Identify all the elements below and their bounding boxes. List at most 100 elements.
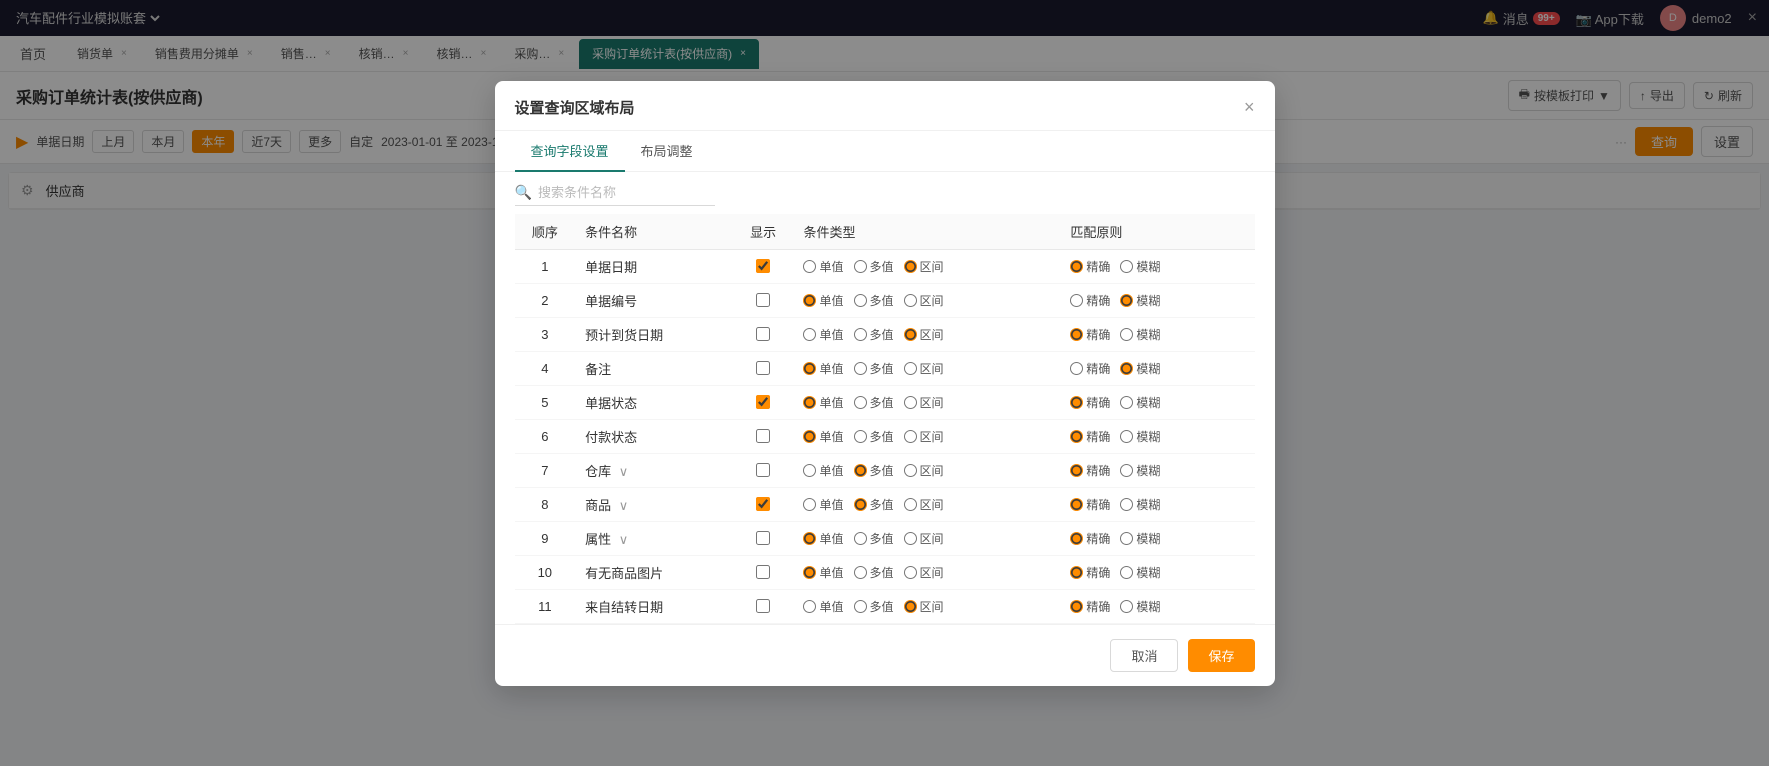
display-checkbox[interactable]	[756, 463, 770, 477]
type-radio-单值[interactable]: 单值	[803, 462, 843, 479]
row-condition-name: 单据日期	[575, 249, 733, 283]
type-radio-区间[interactable]: 区间	[904, 394, 944, 411]
match-radio-模糊[interactable]: 模糊	[1120, 326, 1160, 343]
type-radio-单值[interactable]: 单值	[803, 326, 843, 343]
row-order: 1	[515, 249, 576, 283]
type-radio-单值[interactable]: 单值	[803, 564, 843, 581]
type-radio-区间[interactable]: 区间	[904, 496, 944, 513]
display-checkbox[interactable]	[756, 361, 770, 375]
match-radio-精确[interactable]: 精确	[1070, 258, 1110, 275]
match-radio-模糊[interactable]: 模糊	[1120, 258, 1160, 275]
th-name: 条件名称	[575, 214, 733, 250]
row-display-check	[733, 317, 794, 351]
display-checkbox[interactable]	[756, 599, 770, 613]
type-radio-多值[interactable]: 多值	[854, 598, 894, 615]
chevron-down-icon[interactable]: ∨	[615, 464, 628, 479]
save-button[interactable]: 保存	[1188, 639, 1254, 672]
match-radio-模糊[interactable]: 模糊	[1120, 564, 1160, 581]
type-radio-单值[interactable]: 单值	[803, 496, 843, 513]
match-radio-模糊[interactable]: 模糊	[1120, 530, 1160, 547]
row-display-check	[733, 249, 794, 283]
match-radio-精确[interactable]: 精确	[1070, 598, 1110, 615]
row-order: 10	[515, 555, 576, 589]
match-radio-精确[interactable]: 精确	[1070, 360, 1110, 377]
chevron-down-icon[interactable]: ∨	[615, 532, 628, 547]
search-wrapper: 🔍	[515, 184, 715, 206]
display-checkbox[interactable]	[756, 395, 770, 409]
type-radio-区间[interactable]: 区间	[904, 530, 944, 547]
type-radio-区间[interactable]: 区间	[904, 564, 944, 581]
type-radio-区间[interactable]: 区间	[904, 428, 944, 445]
type-radio-多值[interactable]: 多值	[854, 360, 894, 377]
display-checkbox[interactable]	[756, 497, 770, 511]
row-type: 单值多值区间	[793, 555, 1060, 589]
type-radio-区间[interactable]: 区间	[904, 598, 944, 615]
type-radio-单值[interactable]: 单值	[803, 292, 843, 309]
row-display-check	[733, 453, 794, 487]
row-display-check	[733, 385, 794, 419]
type-radio-多值[interactable]: 多值	[854, 292, 894, 309]
row-type: 单值多值区间	[793, 317, 1060, 351]
match-radio-模糊[interactable]: 模糊	[1120, 428, 1160, 445]
type-radio-区间[interactable]: 区间	[904, 462, 944, 479]
match-radio-精确[interactable]: 精确	[1070, 462, 1110, 479]
match-radio-模糊[interactable]: 模糊	[1120, 496, 1160, 513]
dialog-close-button[interactable]: ×	[1244, 98, 1255, 116]
row-match: 精确模糊	[1060, 419, 1254, 453]
match-radio-精确[interactable]: 精确	[1070, 496, 1110, 513]
row-type: 单值多值区间	[793, 351, 1060, 385]
display-checkbox[interactable]	[756, 565, 770, 579]
type-radio-区间[interactable]: 区间	[904, 326, 944, 343]
type-radio-单值[interactable]: 单值	[803, 598, 843, 615]
type-radio-区间[interactable]: 区间	[904, 360, 944, 377]
match-radio-精确[interactable]: 精确	[1070, 292, 1110, 309]
match-radio-模糊[interactable]: 模糊	[1120, 462, 1160, 479]
type-radio-区间[interactable]: 区间	[904, 258, 944, 275]
display-checkbox[interactable]	[756, 327, 770, 341]
match-radio-模糊[interactable]: 模糊	[1120, 394, 1160, 411]
type-radio-多值[interactable]: 多值	[854, 462, 894, 479]
th-order: 顺序	[515, 214, 576, 250]
type-radio-多值[interactable]: 多值	[854, 428, 894, 445]
type-radio-单值[interactable]: 单值	[803, 428, 843, 445]
match-radio-精确[interactable]: 精确	[1070, 564, 1110, 581]
th-match: 匹配原则	[1060, 214, 1254, 250]
display-checkbox[interactable]	[756, 293, 770, 307]
type-radio-多值[interactable]: 多值	[854, 258, 894, 275]
chevron-down-icon[interactable]: ∨	[615, 498, 628, 513]
match-radio-模糊[interactable]: 模糊	[1120, 360, 1160, 377]
row-match: 精确模糊	[1060, 385, 1254, 419]
display-checkbox[interactable]	[756, 531, 770, 545]
type-radio-多值[interactable]: 多值	[854, 326, 894, 343]
search-input[interactable]	[538, 185, 698, 200]
match-radio-精确[interactable]: 精确	[1070, 326, 1110, 343]
type-radio-单值[interactable]: 单值	[803, 530, 843, 547]
row-type: 单值多值区间	[793, 453, 1060, 487]
type-radio-区间[interactable]: 区间	[904, 292, 944, 309]
match-radio-精确[interactable]: 精确	[1070, 530, 1110, 547]
tab-field-settings[interactable]: 查询字段设置	[515, 131, 625, 172]
tab-layout-adjust[interactable]: 布局调整	[625, 131, 709, 172]
match-radio-模糊[interactable]: 模糊	[1120, 598, 1160, 615]
row-type: 单值多值区间	[793, 521, 1060, 555]
match-radio-精确[interactable]: 精确	[1070, 394, 1110, 411]
match-radio-模糊[interactable]: 模糊	[1120, 292, 1160, 309]
type-radio-多值[interactable]: 多值	[854, 564, 894, 581]
row-condition-name: 单据编号	[575, 283, 733, 317]
type-radio-多值[interactable]: 多值	[854, 394, 894, 411]
row-order: 3	[515, 317, 576, 351]
type-radio-单值[interactable]: 单值	[803, 394, 843, 411]
display-checkbox[interactable]	[756, 259, 770, 273]
type-radio-多值[interactable]: 多值	[854, 496, 894, 513]
cancel-button[interactable]: 取消	[1110, 639, 1178, 672]
th-show: 显示	[733, 214, 794, 250]
type-radio-单值[interactable]: 单值	[803, 258, 843, 275]
display-checkbox[interactable]	[756, 429, 770, 443]
type-radio-多值[interactable]: 多值	[854, 530, 894, 547]
settings-dialog: 设置查询区域布局 × 查询字段设置 布局调整 🔍 顺序	[495, 81, 1275, 686]
type-radio-单值[interactable]: 单值	[803, 360, 843, 377]
row-match: 精确模糊	[1060, 521, 1254, 555]
match-radio-精确[interactable]: 精确	[1070, 428, 1110, 445]
table-row: 7仓库 ∨单值多值区间精确模糊	[515, 453, 1255, 487]
dialog-footer: 取消 保存	[495, 624, 1275, 686]
